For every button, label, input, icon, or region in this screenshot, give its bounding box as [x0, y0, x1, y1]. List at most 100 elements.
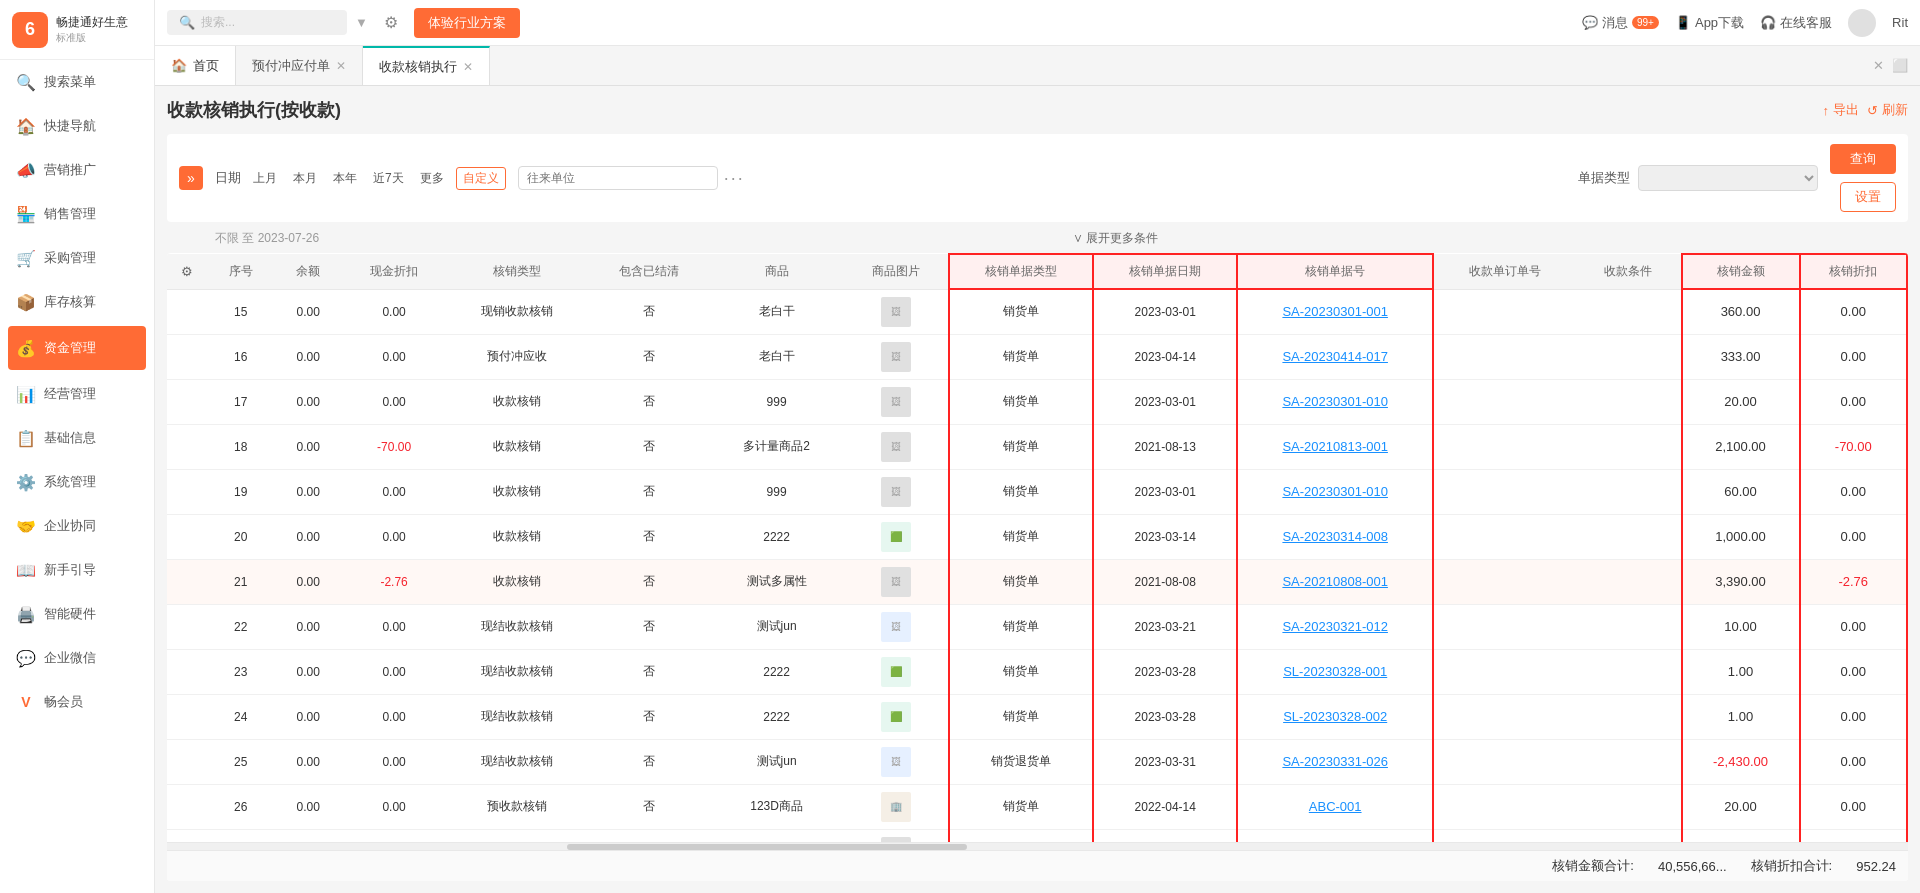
cell-writeoff-voucher-type: 销货单 [949, 694, 1093, 739]
sidebar-item-operations[interactable]: 📊 经营管理 [0, 372, 154, 416]
voucher-no-link[interactable]: SA-20230301-010 [1282, 484, 1388, 499]
cell-balance: 0.00 [274, 469, 341, 514]
sidebar-item-sales[interactable]: 🏪 销售管理 [0, 192, 154, 236]
tab-actions: ✕ ⬜ [1861, 46, 1920, 85]
cell-writeoff-type: 现销收款核销 [446, 289, 587, 334]
cell-writeoff-voucher-no[interactable]: SA-20230301-010 [1237, 469, 1433, 514]
refresh-button[interactable]: ↺ 刷新 [1867, 101, 1908, 119]
cell-writeoff-amount: 20.00 [1682, 379, 1800, 424]
cell-writeoff-discount: 0.00 [1800, 514, 1907, 559]
gear-icon[interactable]: ⚙ [181, 264, 193, 279]
cell-collection-order-no [1433, 739, 1576, 784]
cell-writeoff-voucher-no[interactable]: SA-20230314-008 [1237, 514, 1433, 559]
sidebar-item-enterprise[interactable]: 🤝 企业协同 [0, 504, 154, 548]
sidebar-item-member[interactable]: V 畅会员 [0, 680, 154, 724]
voucher-no-link[interactable]: ABC-001 [1309, 799, 1362, 814]
voucher-no-link[interactable]: SA-20210808-001 [1282, 574, 1388, 589]
cell-collection-condition [1576, 289, 1682, 334]
cell-cash-discount: 0.00 [342, 739, 446, 784]
tab-prepay[interactable]: 预付冲应付单 ✕ [236, 46, 363, 85]
cell-writeoff-voucher-no[interactable]: SA-20230331-026 [1237, 739, 1433, 784]
filter-expand-button[interactable]: » [179, 166, 203, 190]
last-7days-btn[interactable]: 近7天 [369, 168, 408, 189]
cell-gear [167, 649, 207, 694]
voucher-no-link[interactable]: SL-20230328-001 [1283, 664, 1387, 679]
product-image: 🖼 [881, 747, 911, 777]
voucher-no-link[interactable]: SA-20210813-001 [1282, 439, 1388, 454]
cell-writeoff-voucher-no[interactable]: SA-20230321-012 [1237, 604, 1433, 649]
sidebar-item-system[interactable]: ⚙️ 系统管理 [0, 460, 154, 504]
sidebar-item-guide[interactable]: 📖 新手引导 [0, 548, 154, 592]
sidebar-item-label: 企业协同 [44, 517, 96, 535]
tab-home[interactable]: 🏠 首页 [155, 46, 236, 85]
product-image: 🖼 [881, 432, 911, 462]
sidebar-item-marketing[interactable]: 📣 营销推广 [0, 148, 154, 192]
sidebar-item-purchase[interactable]: 🛒 采购管理 [0, 236, 154, 280]
cell-writeoff-discount: 0.00 [1800, 784, 1907, 829]
cell-gear [167, 469, 207, 514]
cell-collection-order-no [1433, 334, 1576, 379]
sidebar-item-inventory[interactable]: 📦 库存核算 [0, 280, 154, 324]
cell-writeoff-voucher-no[interactable]: SL-20230328-002 [1237, 694, 1433, 739]
messages-button[interactable]: 💬 消息 99+ [1582, 14, 1659, 32]
sidebar-item-smart-hw[interactable]: 🖨️ 智能硬件 [0, 592, 154, 636]
cell-collection-condition [1576, 379, 1682, 424]
cell-writeoff-voucher-no[interactable]: SA-20230414-017 [1237, 334, 1433, 379]
cell-collection-order-no [1433, 694, 1576, 739]
table-scroll[interactable]: ⚙ 序号 余额 现金折扣 核销类型 包含已结清 商品 商品图片 核销单据类型 核… [167, 253, 1908, 842]
col-gear[interactable]: ⚙ [167, 254, 207, 289]
cell-writeoff-voucher-type: 销货单 [949, 514, 1093, 559]
cell-product-img: 🟩 [843, 694, 949, 739]
this-year-btn[interactable]: 本年 [329, 168, 361, 189]
filter-settings-button[interactable]: 设置 [1840, 182, 1896, 212]
cell-writeoff-amount: -2,430.00 [1682, 739, 1800, 784]
sidebar-item-quick-nav[interactable]: 🏠 快捷导航 [0, 104, 154, 148]
tab-close-icon[interactable]: ✕ [336, 59, 346, 73]
sidebar-item-finance[interactable]: 💰 资金管理 [8, 326, 146, 370]
cell-writeoff-voucher-no[interactable]: SA-20210813-001 [1237, 424, 1433, 469]
voucher-no-link[interactable]: SA-20230314-008 [1282, 529, 1388, 544]
export-button[interactable]: ↑ 导出 [1823, 101, 1860, 119]
voucher-type-select[interactable] [1638, 165, 1818, 191]
app-download-button[interactable]: 📱 App下载 [1675, 14, 1744, 32]
table-row: 23 0.00 0.00 现结收款核销 否 2222 🟩 销货单 2023-03… [167, 649, 1907, 694]
expand-more-btn[interactable]: ∨ 展开更多条件 [335, 230, 1896, 247]
cell-writeoff-voucher-date: 2023-04-08 [1093, 829, 1237, 842]
unit-input[interactable] [518, 166, 718, 190]
horizontal-scrollbar[interactable] [167, 842, 1908, 850]
finance-icon: 💰 [16, 338, 36, 358]
avatar[interactable] [1848, 9, 1876, 37]
cell-balance: 0.00 [274, 649, 341, 694]
last-month-btn[interactable]: 上月 [249, 168, 281, 189]
voucher-no-link[interactable]: SL-20230328-002 [1283, 709, 1387, 724]
sidebar-item-wechat[interactable]: 💬 企业微信 [0, 636, 154, 680]
maximize-icon[interactable]: ⬜ [1892, 58, 1908, 73]
close-window-icon[interactable]: ✕ [1873, 58, 1884, 73]
search-box[interactable]: 🔍 搜索... [167, 10, 347, 35]
scrollbar-thumb[interactable] [567, 844, 967, 850]
cell-writeoff-voucher-no[interactable]: SL-20230328-001 [1237, 649, 1433, 694]
cell-writeoff-voucher-no[interactable]: SA-20230301-010 [1237, 379, 1433, 424]
voucher-no-link[interactable]: SA-20230301-001 [1282, 304, 1388, 319]
sidebar-item-search[interactable]: 🔍 搜索菜单 [0, 60, 154, 104]
tab-collection[interactable]: 收款核销执行 ✕ [363, 46, 490, 85]
cell-writeoff-voucher-no[interactable]: SL-20230408-001 [1237, 829, 1433, 842]
online-service-button[interactable]: 🎧 在线客服 [1760, 14, 1832, 32]
more-date-btn[interactable]: 更多 [416, 168, 448, 189]
voucher-no-link[interactable]: SA-20230414-017 [1282, 349, 1388, 364]
this-month-btn[interactable]: 本月 [289, 168, 321, 189]
settings-icon[interactable]: ⚙ [376, 8, 406, 38]
sidebar-item-basic[interactable]: 📋 基础信息 [0, 416, 154, 460]
cell-writeoff-voucher-no[interactable]: SA-20210808-001 [1237, 559, 1433, 604]
industry-solution-button[interactable]: 体验行业方案 [414, 8, 520, 38]
tab-close-icon[interactable]: ✕ [463, 60, 473, 74]
voucher-no-link[interactable]: SA-20230331-026 [1282, 754, 1388, 769]
voucher-no-link[interactable]: SA-20230321-012 [1282, 619, 1388, 634]
cell-writeoff-voucher-no[interactable]: ABC-001 [1237, 784, 1433, 829]
col-writeoff-type: 核销类型 [446, 254, 587, 289]
cell-writeoff-voucher-no[interactable]: SA-20230301-001 [1237, 289, 1433, 334]
query-button[interactable]: 查询 [1830, 144, 1896, 174]
voucher-no-link[interactable]: SA-20230301-010 [1282, 394, 1388, 409]
custom-date-btn[interactable]: 自定义 [456, 167, 506, 190]
col-writeoff-voucher-type: 核销单据类型 [949, 254, 1093, 289]
